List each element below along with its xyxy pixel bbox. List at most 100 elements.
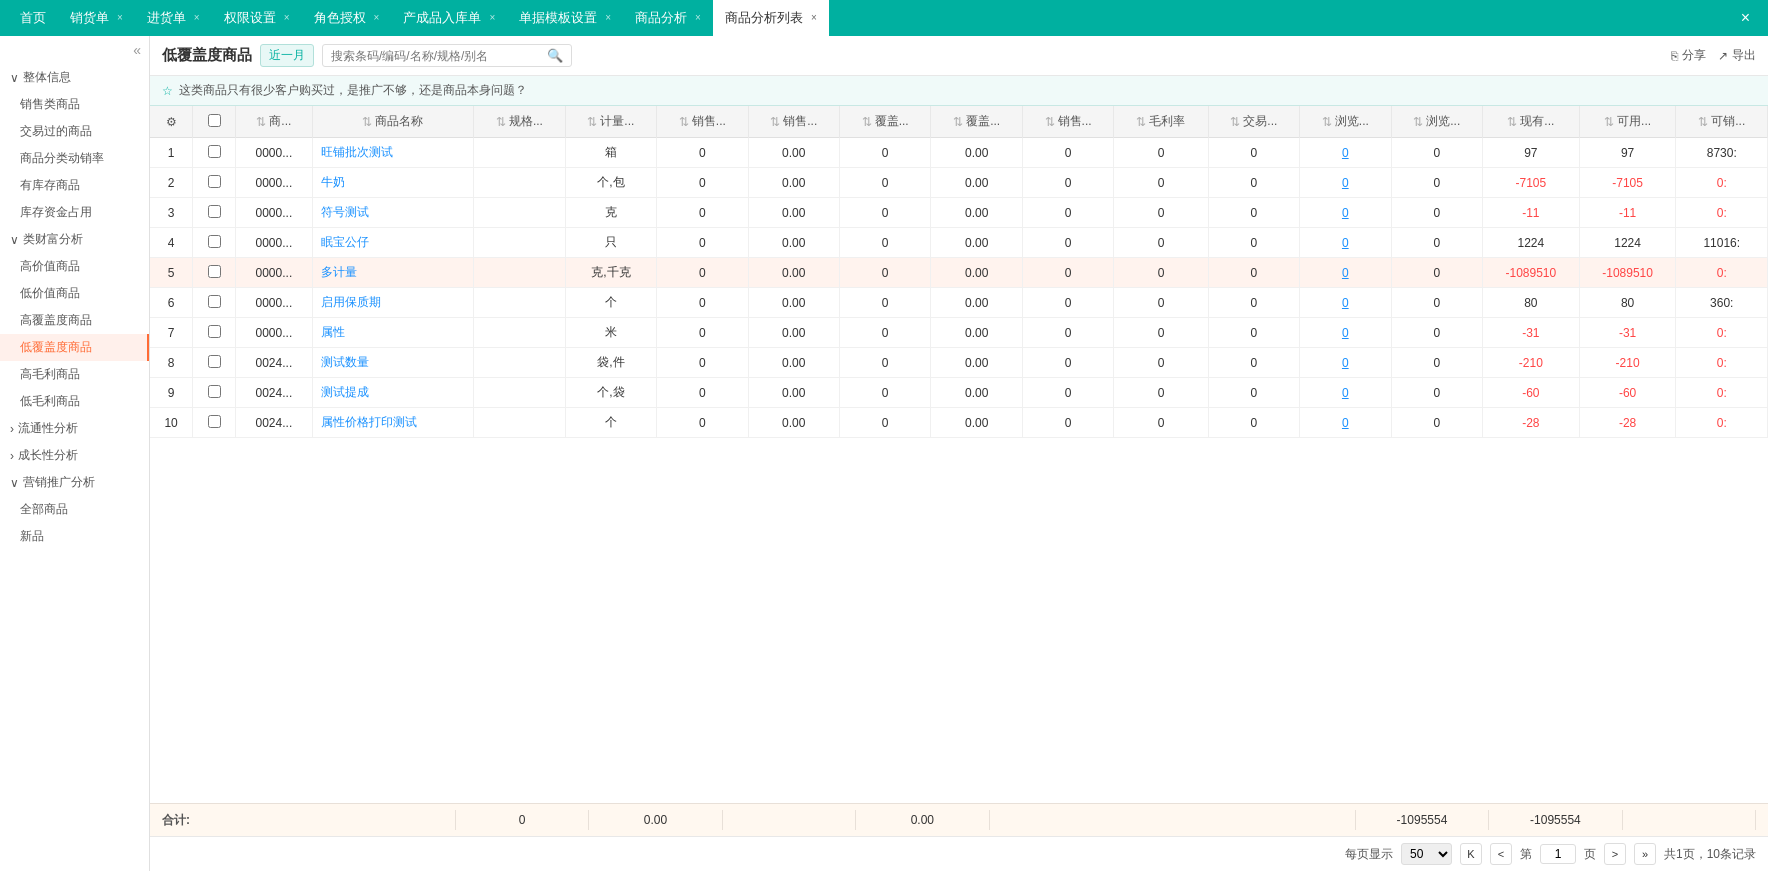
table-container[interactable]: ⚙ ⇅ 商...	[150, 106, 1768, 803]
nav-role[interactable]: 角色授权 ×	[302, 0, 392, 36]
close-sales-tab[interactable]: ×	[117, 0, 123, 36]
cell-name[interactable]: 启用保质期	[312, 288, 473, 318]
cell-checkbox[interactable]	[193, 228, 236, 258]
views1-link[interactable]: 0	[1342, 296, 1349, 310]
views1-link[interactable]: 0	[1342, 176, 1349, 190]
cell-name[interactable]: 旺铺批次测试	[312, 138, 473, 168]
first-page-button[interactable]: K	[1460, 843, 1482, 865]
row-checkbox[interactable]	[208, 325, 221, 338]
close-role-tab[interactable]: ×	[374, 0, 380, 36]
sidebar-item-high-coverage[interactable]: 高覆盖度商品	[0, 307, 149, 334]
cell-checkbox[interactable]	[193, 408, 236, 438]
cell-name[interactable]: 属性价格打印测试	[312, 408, 473, 438]
nav-sales[interactable]: 销货单 ×	[58, 0, 135, 36]
close-goods-analysis-tab[interactable]: ×	[695, 0, 701, 36]
sidebar-item-category-rate[interactable]: 商品分类动销率	[0, 145, 149, 172]
cell-name[interactable]: 测试数量	[312, 348, 473, 378]
cell-views1[interactable]: 0	[1300, 378, 1391, 408]
last-page-button[interactable]: »	[1634, 843, 1656, 865]
window-close-button[interactable]: ×	[1731, 9, 1760, 27]
nav-stock-in[interactable]: 产成品入库单 ×	[391, 0, 507, 36]
sidebar-section-wealth[interactable]: ∨ 类财富分析	[0, 226, 149, 253]
row-checkbox[interactable]	[208, 235, 221, 248]
sidebar-section-marketing[interactable]: ∨ 营销推广分析	[0, 469, 149, 496]
share-button[interactable]: ⎘ 分享	[1671, 47, 1706, 64]
next-page-button[interactable]: >	[1604, 843, 1626, 865]
cell-checkbox[interactable]	[193, 258, 236, 288]
prev-page-button[interactable]: <	[1490, 843, 1512, 865]
cell-name[interactable]: 测试提成	[312, 378, 473, 408]
sidebar-item-low-value[interactable]: 低价值商品	[0, 280, 149, 307]
per-page-select[interactable]: 50 20 100	[1401, 843, 1452, 865]
cell-views1[interactable]: 0	[1300, 288, 1391, 318]
sidebar-item-sales-goods[interactable]: 销售类商品	[0, 91, 149, 118]
col-settings[interactable]: ⚙	[150, 106, 193, 138]
sidebar-section-circulation[interactable]: › 流通性分析	[0, 415, 149, 442]
sidebar-item-traded-goods[interactable]: 交易过的商品	[0, 118, 149, 145]
views1-link[interactable]: 0	[1342, 356, 1349, 370]
row-checkbox[interactable]	[208, 265, 221, 278]
cell-views1[interactable]: 0	[1300, 198, 1391, 228]
cell-views1[interactable]: 0	[1300, 348, 1391, 378]
row-checkbox[interactable]	[208, 205, 221, 218]
filter-recent-month-button[interactable]: 近一月	[260, 44, 314, 67]
sidebar-section-growth[interactable]: › 成长性分析	[0, 442, 149, 469]
sidebar-item-new-goods[interactable]: 新品	[0, 523, 149, 550]
close-goods-analysis-list-tab[interactable]: ×	[811, 0, 817, 36]
nav-goods-analysis-list[interactable]: 商品分析列表 ×	[713, 0, 829, 36]
cell-checkbox[interactable]	[193, 348, 236, 378]
cell-views1[interactable]: 0	[1300, 228, 1391, 258]
row-checkbox[interactable]	[208, 175, 221, 188]
views1-link[interactable]: 0	[1342, 266, 1349, 280]
views1-link[interactable]: 0	[1342, 206, 1349, 220]
cell-views1[interactable]: 0	[1300, 408, 1391, 438]
nav-goods-analysis[interactable]: 商品分析 ×	[623, 0, 713, 36]
views1-link[interactable]: 0	[1342, 416, 1349, 430]
views1-link[interactable]: 0	[1342, 326, 1349, 340]
search-input[interactable]	[331, 49, 543, 63]
row-checkbox[interactable]	[208, 415, 221, 428]
cell-name[interactable]: 牛奶	[312, 168, 473, 198]
cell-checkbox[interactable]	[193, 288, 236, 318]
views1-link[interactable]: 0	[1342, 386, 1349, 400]
sidebar-item-low-coverage[interactable]: 低覆盖度商品	[0, 334, 149, 361]
sidebar-item-high-value[interactable]: 高价值商品	[0, 253, 149, 280]
nav-permission[interactable]: 权限设置 ×	[212, 0, 302, 36]
col-checkbox[interactable]	[193, 106, 236, 138]
select-all-checkbox[interactable]	[208, 114, 221, 127]
cell-name[interactable]: 符号测试	[312, 198, 473, 228]
cell-views1[interactable]: 0	[1300, 168, 1391, 198]
cell-checkbox[interactable]	[193, 168, 236, 198]
sidebar-item-low-margin[interactable]: 低毛利商品	[0, 388, 149, 415]
cell-checkbox[interactable]	[193, 318, 236, 348]
cell-views1[interactable]: 0	[1300, 258, 1391, 288]
views1-link[interactable]: 0	[1342, 236, 1349, 250]
close-permission-tab[interactable]: ×	[284, 0, 290, 36]
views1-link[interactable]: 0	[1342, 146, 1349, 160]
close-stock-in-tab[interactable]: ×	[489, 0, 495, 36]
sidebar-item-in-stock[interactable]: 有库存商品	[0, 172, 149, 199]
sidebar-section-overall[interactable]: ∨ 整体信息	[0, 64, 149, 91]
sidebar-toggle[interactable]: «	[0, 36, 149, 64]
cell-name[interactable]: 属性	[312, 318, 473, 348]
sidebar-item-all-goods[interactable]: 全部商品	[0, 496, 149, 523]
cell-views1[interactable]: 0	[1300, 318, 1391, 348]
close-purchase-tab[interactable]: ×	[194, 0, 200, 36]
row-checkbox[interactable]	[208, 385, 221, 398]
sidebar-item-high-margin[interactable]: 高毛利商品	[0, 361, 149, 388]
cell-checkbox[interactable]	[193, 378, 236, 408]
current-page-input[interactable]	[1540, 844, 1576, 864]
nav-home[interactable]: 首页	[8, 0, 58, 36]
cell-views1[interactable]: 0	[1300, 138, 1391, 168]
cell-checkbox[interactable]	[193, 198, 236, 228]
nav-template[interactable]: 单据模板设置 ×	[507, 0, 623, 36]
close-template-tab[interactable]: ×	[605, 0, 611, 36]
row-checkbox[interactable]	[208, 355, 221, 368]
nav-purchase[interactable]: 进货单 ×	[135, 0, 212, 36]
cell-name[interactable]: 多计量	[312, 258, 473, 288]
export-button[interactable]: ↗ 导出	[1718, 47, 1756, 64]
cell-name[interactable]: 眠宝公仔	[312, 228, 473, 258]
cell-checkbox[interactable]	[193, 138, 236, 168]
sidebar-item-stock-fund[interactable]: 库存资金占用	[0, 199, 149, 226]
row-checkbox[interactable]	[208, 145, 221, 158]
